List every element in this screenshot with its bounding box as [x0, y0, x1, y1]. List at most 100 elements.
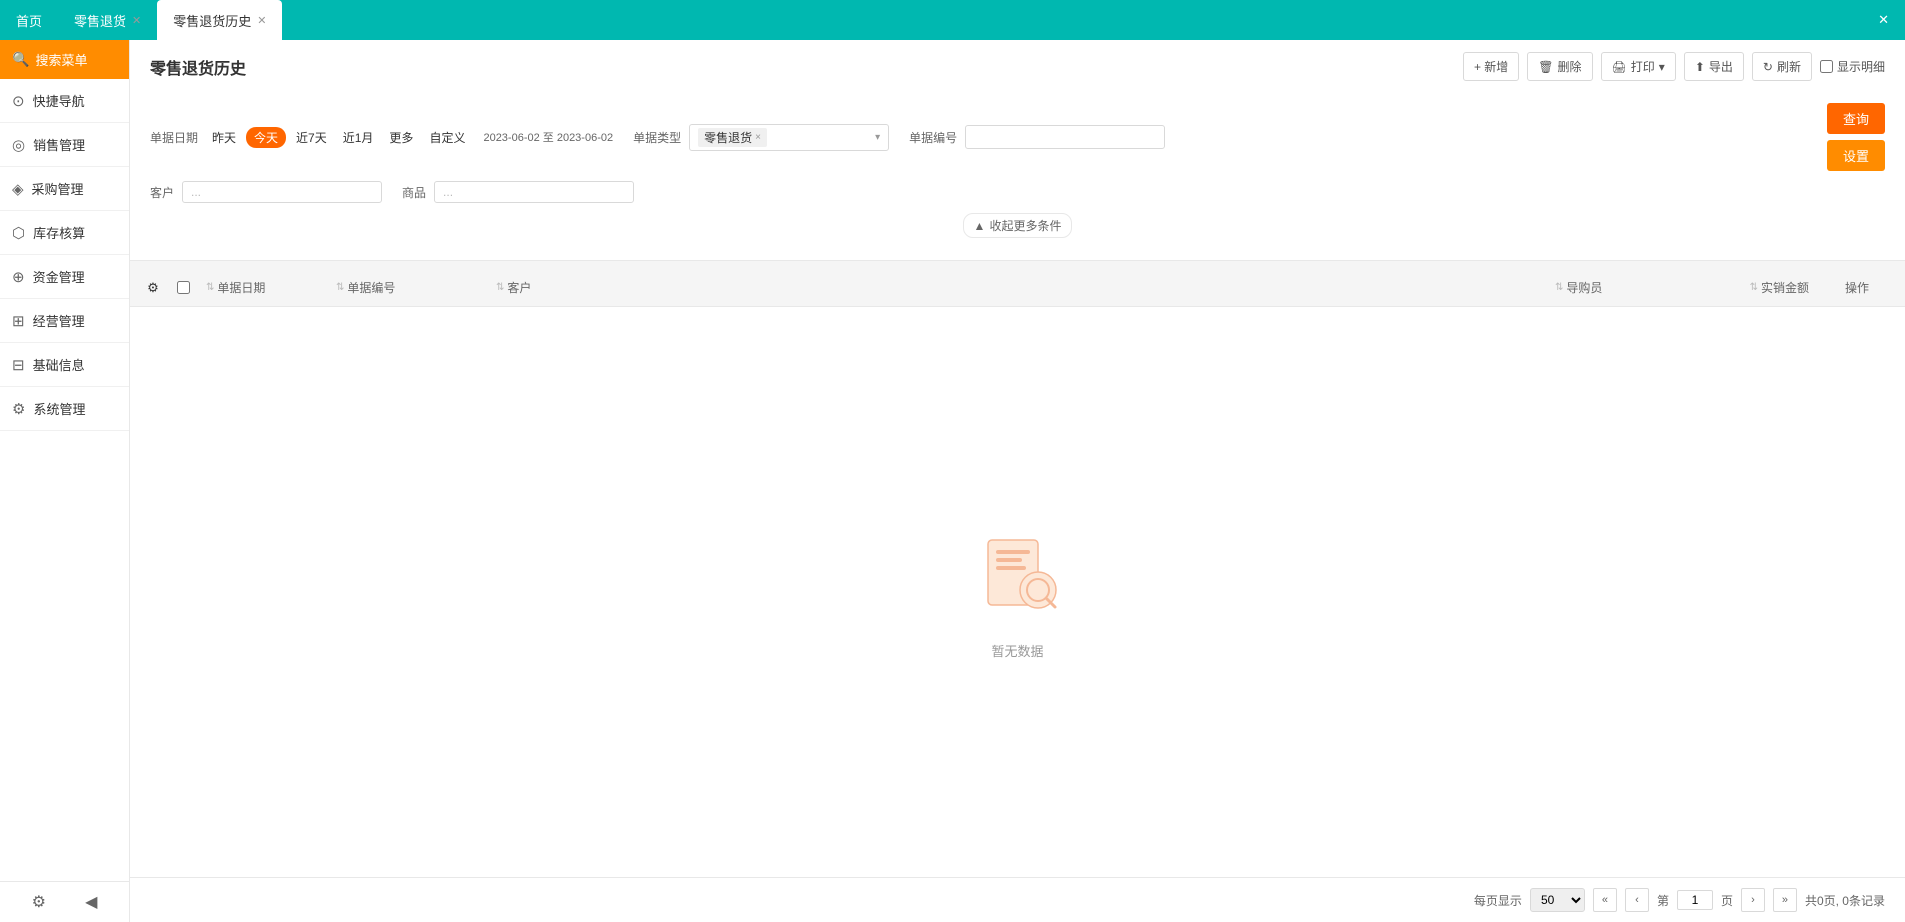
voucher-number-input[interactable] — [965, 125, 1165, 149]
th-customer-sort-icon: ⇅ — [496, 282, 504, 293]
customer-filter-label: 客户 — [150, 184, 174, 201]
customer-placeholder: ... — [191, 185, 201, 199]
th-number[interactable]: ⇅ 单据编号 — [328, 279, 488, 296]
sidebar-item-inventory-label: 库存核算 — [33, 223, 85, 242]
table-header: ⚙ ⇅ 单据日期 ⇅ 单据编号 ⇅ 客户 ⇅ 导购员 — [130, 269, 1905, 307]
sidebar-search[interactable]: 🔍 搜索菜单 — [0, 40, 129, 79]
next-page-button[interactable]: › — [1741, 888, 1765, 912]
voucher-type-tag-close[interactable]: × — [755, 132, 761, 143]
first-page-button[interactable]: « — [1593, 888, 1617, 912]
search-icon: 🔍 — [12, 51, 29, 68]
export-button[interactable]: ⬆ 导出 — [1684, 52, 1744, 81]
sidebar-item-basic[interactable]: ⊟ 基础信息 — [0, 343, 129, 387]
window-close-button[interactable]: ✕ — [1878, 12, 1905, 28]
sidebar-item-inventory[interactable]: ⬡ 库存核算 — [0, 211, 129, 255]
print-dropdown-icon: ▾ — [1659, 60, 1665, 74]
empty-state: 暂无数据 — [130, 307, 1905, 877]
th-guide-label: 导购员 — [1566, 279, 1602, 296]
voucher-type-label: 单据类型 — [633, 129, 681, 146]
pagination: 每页显示 50 10 20 100 « ‹ 第 页 › » 共0页, 0条记录 — [130, 877, 1905, 922]
page-header: 零售退货历史 + 新增 🗑 删除 🖨 打印 ▾ ⬆ 导出 — [130, 40, 1905, 261]
table-select-all-checkbox[interactable] — [168, 281, 198, 294]
sidebar-item-sales-label: 销售管理 — [33, 135, 85, 154]
date-filter-label: 单据日期 — [150, 129, 198, 146]
tab-return-close[interactable]: ✕ — [132, 14, 141, 27]
th-number-label: 单据编号 — [347, 279, 395, 296]
total-info: 共0页, 0条记录 — [1805, 892, 1885, 909]
tab-return[interactable]: 零售退货 ✕ — [58, 0, 157, 40]
date-range-display: 2023-06-02 至 2023-06-02 — [483, 129, 613, 145]
sidebar-item-quick-nav[interactable]: ⊙ 快捷导航 — [0, 79, 129, 123]
th-guide-sort-icon: ⇅ — [1555, 282, 1563, 293]
goods-select[interactable]: ... — [434, 181, 634, 203]
yesterday-btn[interactable]: 昨天 — [206, 127, 242, 148]
filter-row-1: 单据日期 昨天 今天 近7天 近1月 更多 自定义 2023-06-02 至 2… — [150, 103, 1885, 171]
last1month-btn[interactable]: 近1月 — [337, 127, 380, 148]
th-number-sort-icon: ⇅ — [336, 282, 344, 293]
new-button[interactable]: + 新增 — [1463, 52, 1519, 81]
filter-row-2: 客户 ... 商品 ... — [150, 181, 1885, 203]
sidebar-bottom: ⚙ ◀ — [0, 881, 129, 922]
th-date-sort-icon: ⇅ — [206, 282, 214, 293]
th-date[interactable]: ⇅ 单据日期 — [198, 279, 328, 296]
table-settings-icon[interactable]: ⚙ — [138, 280, 168, 296]
sidebar-item-system[interactable]: ⚙ 系统管理 — [0, 387, 129, 431]
sidebar-settings-icon[interactable]: ⚙ — [32, 892, 46, 912]
page-title: 零售退货历史 — [150, 55, 246, 79]
tab-home[interactable]: 首页 — [0, 0, 58, 40]
refresh-button[interactable]: ↻ 刷新 — [1752, 52, 1812, 81]
collapse-button[interactable]: ▲ 收起更多条件 — [963, 213, 1073, 238]
finance-icon: ⊕ — [12, 268, 25, 286]
sidebar-item-sales[interactable]: ◎ 销售管理 — [0, 123, 129, 167]
custom-date-btn[interactable]: 自定义 — [423, 127, 471, 148]
per-page-select[interactable]: 50 10 20 100 — [1530, 888, 1585, 912]
sidebar-item-finance[interactable]: ⊕ 资金管理 — [0, 255, 129, 299]
tab-return-history-label: 零售退货历史 — [173, 11, 251, 30]
more-date-btn[interactable]: 更多 — [383, 127, 419, 148]
th-amount[interactable]: ⇅ 实销金额 — [1697, 279, 1817, 296]
purchase-icon: ◈ — [12, 180, 24, 198]
sidebar-item-operation[interactable]: ⊞ 经营管理 — [0, 299, 129, 343]
page-title-row: 零售退货历史 + 新增 🗑 删除 🖨 打印 ▾ ⬆ 导出 — [150, 52, 1885, 81]
collapse-label: 收起更多条件 — [989, 217, 1061, 234]
tab-return-history[interactable]: 零售退货历史 ✕ — [157, 0, 282, 40]
print-button[interactable]: 🖨 打印 ▾ — [1601, 52, 1676, 81]
page-actions: + 新增 🗑 删除 🖨 打印 ▾ ⬆ 导出 ↻ — [1463, 52, 1885, 81]
delete-button[interactable]: 🗑 删除 — [1527, 52, 1592, 81]
customer-select[interactable]: ... — [182, 181, 382, 203]
sidebar-item-finance-label: 资金管理 — [33, 267, 85, 286]
th-customer-label: 客户 — [507, 279, 531, 296]
quick-nav-icon: ⊙ — [12, 92, 25, 110]
last7days-btn[interactable]: 近7天 — [290, 127, 333, 148]
display-detail-label[interactable]: 显示明细 — [1837, 58, 1885, 75]
tab-home-label: 首页 — [16, 11, 42, 30]
page-number-input[interactable] — [1677, 890, 1713, 910]
empty-text: 暂无数据 — [991, 641, 1043, 660]
inventory-icon: ⬡ — [12, 224, 25, 242]
th-customer[interactable]: ⇅ 客户 — [488, 279, 1547, 296]
goods-filter: 商品 ... — [402, 181, 634, 203]
settings-button[interactable]: 设置 — [1827, 140, 1885, 171]
tab-return-history-close[interactable]: ✕ — [257, 14, 266, 27]
goods-filter-label: 商品 — [402, 184, 426, 201]
content-area: 零售退货历史 + 新增 🗑 删除 🖨 打印 ▾ ⬆ 导出 — [130, 40, 1905, 922]
basic-icon: ⊟ — [12, 356, 25, 374]
sidebar: 🔍 搜索菜单 ⊙ 快捷导航 ◎ 销售管理 ◈ 采购管理 ⬡ 库存核算 ⊕ 资金管… — [0, 40, 130, 922]
th-guide[interactable]: ⇅ 导购员 — [1547, 279, 1697, 296]
today-btn[interactable]: 今天 — [246, 127, 286, 148]
sidebar-audio-icon[interactable]: ◀ — [85, 892, 97, 912]
refresh-icon: ↻ — [1763, 60, 1773, 74]
voucher-type-select[interactable]: 零售退货 × ▾ — [689, 124, 889, 151]
last-page-button[interactable]: » — [1773, 888, 1797, 912]
customer-filter: 客户 ... — [150, 181, 382, 203]
sidebar-search-label: 搜索菜单 — [35, 50, 87, 69]
query-button[interactable]: 查询 — [1827, 103, 1885, 134]
prev-page-button[interactable]: ‹ — [1625, 888, 1649, 912]
th-action: 操作 — [1817, 279, 1897, 296]
main-layout: 🔍 搜索菜单 ⊙ 快捷导航 ◎ 销售管理 ◈ 采购管理 ⬡ 库存核算 ⊕ 资金管… — [0, 40, 1905, 922]
sidebar-item-quick-nav-label: 快捷导航 — [33, 91, 85, 110]
sidebar-item-purchase[interactable]: ◈ 采购管理 — [0, 167, 129, 211]
display-detail-checkbox[interactable] — [1820, 60, 1833, 73]
per-page-label: 每页显示 — [1474, 892, 1522, 909]
sidebar-item-operation-label: 经营管理 — [33, 311, 85, 330]
